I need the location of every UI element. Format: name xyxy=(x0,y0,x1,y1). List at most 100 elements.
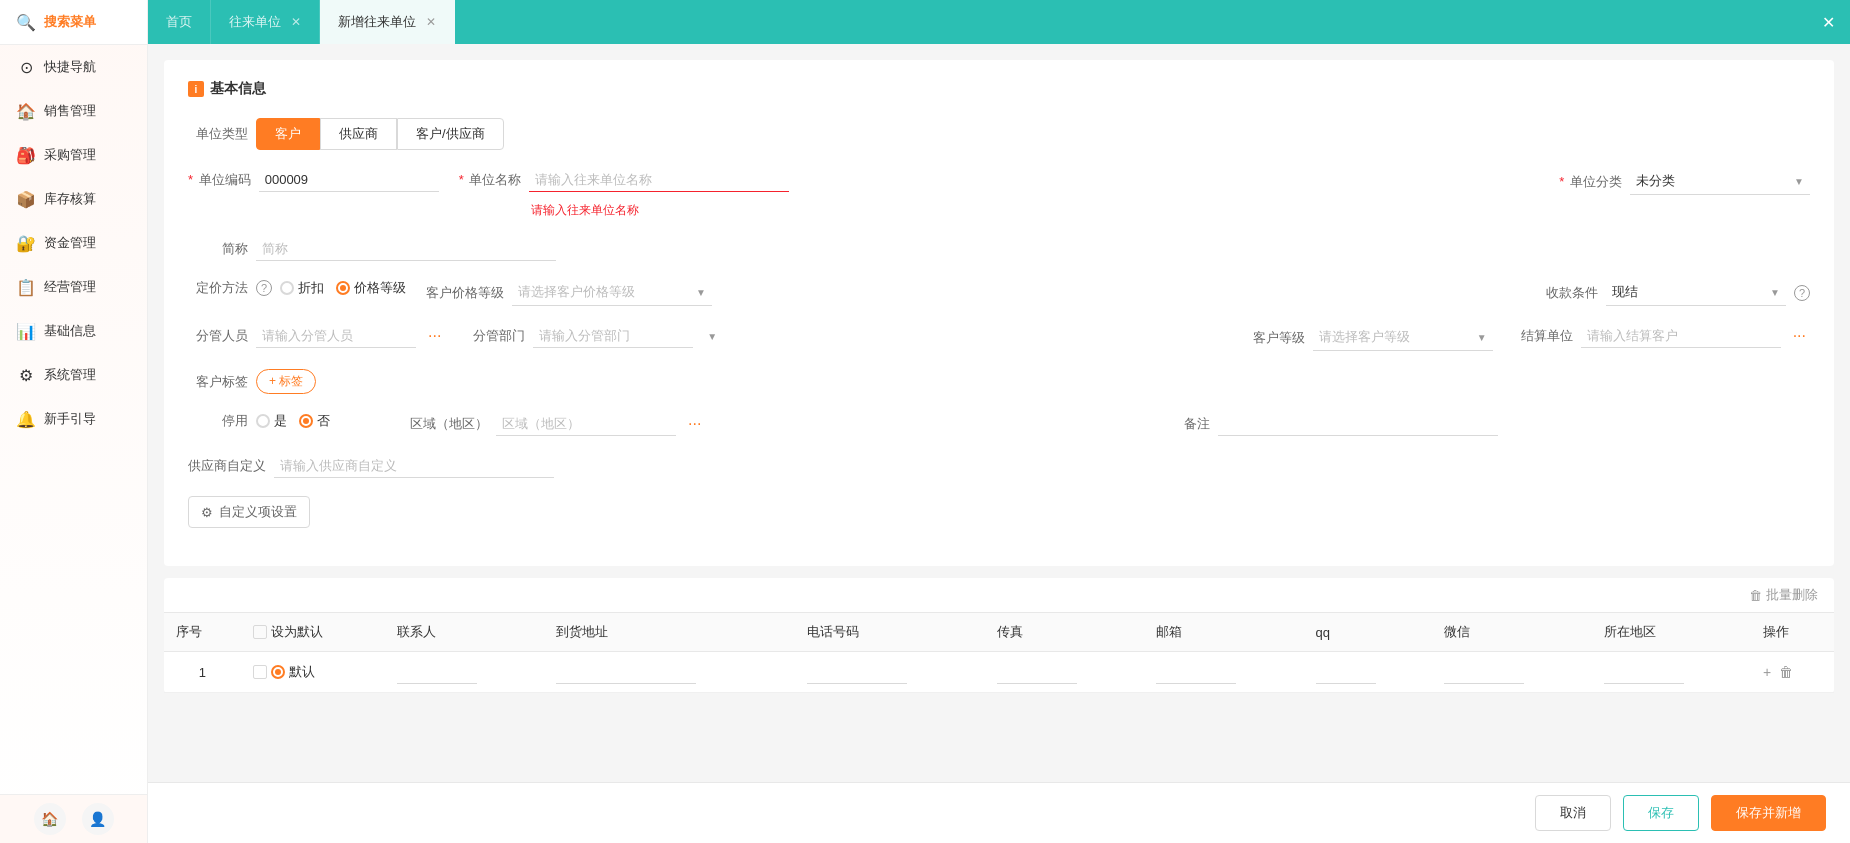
tab-new-contact-close[interactable]: ✕ xyxy=(426,15,436,29)
payment-help-icon[interactable]: ? xyxy=(1794,285,1810,301)
header-checkbox[interactable] xyxy=(253,625,267,639)
unit-name-input[interactable] xyxy=(529,168,789,192)
add-tag-button[interactable]: + 标签 xyxy=(256,369,316,394)
unit-type-both-btn[interactable]: 客户/供应商 xyxy=(397,118,504,150)
sales-icon: 🏠 xyxy=(16,101,36,121)
unit-code-input[interactable] xyxy=(259,168,439,192)
batch-delete-button[interactable]: 🗑 批量删除 xyxy=(1749,586,1818,604)
row-contact-input[interactable] xyxy=(397,660,477,684)
sidebar-item-quick-nav[interactable]: ⊙ 快捷导航 xyxy=(0,45,147,89)
basic-icon: 📊 xyxy=(16,321,36,341)
sidebar-item-sales[interactable]: 🏠 销售管理 xyxy=(0,89,147,133)
add-row-button[interactable]: + xyxy=(1763,664,1771,680)
sidebar-item-search[interactable]: 🔍 搜索菜单 xyxy=(0,0,147,45)
remark-input[interactable] xyxy=(1218,412,1498,436)
sidebar-item-operation[interactable]: 📋 经营管理 xyxy=(0,265,147,309)
row-default-radio[interactable]: 默认 xyxy=(271,663,315,681)
region-label: 区域（地区） xyxy=(410,415,488,433)
table-body: 1 默认 xyxy=(164,652,1834,693)
supplier-custom-input[interactable] xyxy=(274,454,554,478)
customer-price-level-select[interactable]: 请选择客户价格等级 ▼ xyxy=(512,279,712,306)
pricing-help-icon[interactable]: ? xyxy=(256,280,272,296)
short-name-input[interactable] xyxy=(256,237,556,261)
content-area: i 基本信息 单位类型 客户 供应商 客户/供应商 * xyxy=(148,44,1850,782)
sidebar-item-basic[interactable]: 📊 基础信息 xyxy=(0,309,147,353)
disabled-row: 停用 是 否 区域（地区） ··· xyxy=(188,412,1810,436)
row-email-input[interactable] xyxy=(1156,660,1236,684)
save-button[interactable]: 保存 xyxy=(1623,795,1699,831)
manager-more-btn[interactable]: ··· xyxy=(424,327,445,345)
unit-type-supplier-btn[interactable]: 供应商 xyxy=(320,118,397,150)
tab-new-contact[interactable]: 新增往来单位 ✕ xyxy=(320,0,455,44)
table-header: 序号 设为默认 联系人 到货地址 电话号码 传真 邮箱 qq xyxy=(164,613,1834,652)
disabled-radio-group: 是 否 xyxy=(256,412,330,430)
row-phone-input[interactable] xyxy=(807,660,907,684)
tab-home[interactable]: 首页 xyxy=(148,0,211,44)
row-checkbox[interactable] xyxy=(253,665,267,679)
customer-tag-label: 客户标签 xyxy=(188,373,248,391)
custom-settings-button[interactable]: ⚙ 自定义项设置 xyxy=(188,496,310,528)
system-icon: ⚙ xyxy=(16,365,36,385)
payment-terms-select[interactable]: 现结 ▼ xyxy=(1606,279,1786,306)
quick-nav-icon: ⊙ xyxy=(16,57,36,77)
settlement-unit-field: 结算单位 ··· xyxy=(1513,324,1810,348)
basic-info-card: i 基本信息 单位类型 客户 供应商 客户/供应商 * xyxy=(164,60,1834,566)
row-fax-input[interactable] xyxy=(997,660,1077,684)
customer-level-select[interactable]: 请选择客户等级 ▼ xyxy=(1313,324,1493,351)
settlement-more-btn[interactable]: ··· xyxy=(1789,327,1810,345)
tab-close-all-button[interactable]: ✕ xyxy=(1806,0,1850,44)
unit-type-customer-btn[interactable]: 客户 xyxy=(256,118,320,150)
col-qq: qq xyxy=(1304,613,1433,652)
row-region-input[interactable] xyxy=(1604,660,1684,684)
col-fax: 传真 xyxy=(985,613,1144,652)
disabled-no-option[interactable]: 否 xyxy=(299,412,330,430)
delete-row-button[interactable]: 🗑 xyxy=(1779,664,1793,680)
supplier-custom-row: 供应商自定义 xyxy=(188,454,1810,478)
unit-category-label: * 单位分类 xyxy=(1559,173,1622,191)
department-input[interactable] xyxy=(533,324,693,348)
home-footer-icon[interactable]: 🏠 xyxy=(34,803,66,835)
remark-label: 备注 xyxy=(1150,415,1210,433)
user-footer-icon[interactable]: 👤 xyxy=(82,803,114,835)
pricing-level-option[interactable]: 价格等级 xyxy=(336,279,406,297)
row-fax xyxy=(985,652,1144,693)
sidebar-item-guide[interactable]: 🔔 新手引导 xyxy=(0,397,147,441)
manager-row: 分管人员 ··· 分管部门 ▼ 客户等级 请选择客户等级 ▼ xyxy=(188,324,1810,351)
tab-contacts-close[interactable]: ✕ xyxy=(291,15,301,29)
col-address: 到货地址 xyxy=(544,613,795,652)
sidebar: 🔍 搜索菜单 ⊙ 快捷导航 🏠 销售管理 🎒 采购管理 📦 库存核算 🔐 资金管… xyxy=(0,0,148,843)
save-and-new-button[interactable]: 保存并新增 xyxy=(1711,795,1826,831)
operation-icon: 📋 xyxy=(16,277,36,297)
disabled-yes-label: 是 xyxy=(274,412,287,430)
manager-input[interactable] xyxy=(256,324,416,348)
finance-icon: 🔐 xyxy=(16,233,36,253)
row-qq-input[interactable] xyxy=(1316,660,1376,684)
region-input[interactable] xyxy=(496,412,676,436)
region-more-btn[interactable]: ··· xyxy=(684,415,705,433)
sidebar-item-inventory[interactable]: 📦 库存核算 xyxy=(0,177,147,221)
settlement-unit-input[interactable] xyxy=(1581,324,1781,348)
tab-contacts[interactable]: 往来单位 ✕ xyxy=(211,0,320,44)
department-select[interactable]: ▼ xyxy=(701,327,723,346)
code-name-category-row: * 单位编码 * 单位名称 请输入往来单位名称 xyxy=(188,168,1810,219)
row-wechat-input[interactable] xyxy=(1444,660,1524,684)
cancel-button[interactable]: 取消 xyxy=(1535,795,1611,831)
batch-delete-label: 批量删除 xyxy=(1766,586,1818,604)
section-title-icon: i xyxy=(188,81,204,97)
disabled-yes-option[interactable]: 是 xyxy=(256,412,287,430)
manager-field: 分管人员 ··· xyxy=(188,324,445,348)
pricing-discount-option[interactable]: 折扣 xyxy=(280,279,324,297)
pricing-radio-group: 折扣 价格等级 xyxy=(280,279,406,297)
pricing-method-label: 定价方法 xyxy=(188,279,248,297)
unit-name-required: * xyxy=(459,172,464,187)
unit-category-select[interactable]: 未分类 ▼ xyxy=(1630,168,1810,195)
sidebar-item-finance[interactable]: 🔐 资金管理 xyxy=(0,221,147,265)
pricing-discount-label: 折扣 xyxy=(298,279,324,297)
tab-home-label: 首页 xyxy=(166,13,192,31)
row-action-group: + 🗑 xyxy=(1763,664,1822,680)
row-address-input[interactable] xyxy=(556,660,696,684)
sidebar-item-purchase[interactable]: 🎒 采购管理 xyxy=(0,133,147,177)
short-name-row: 简称 xyxy=(188,237,1810,261)
disabled-label: 停用 xyxy=(188,412,248,430)
sidebar-item-system[interactable]: ⚙ 系统管理 xyxy=(0,353,147,397)
